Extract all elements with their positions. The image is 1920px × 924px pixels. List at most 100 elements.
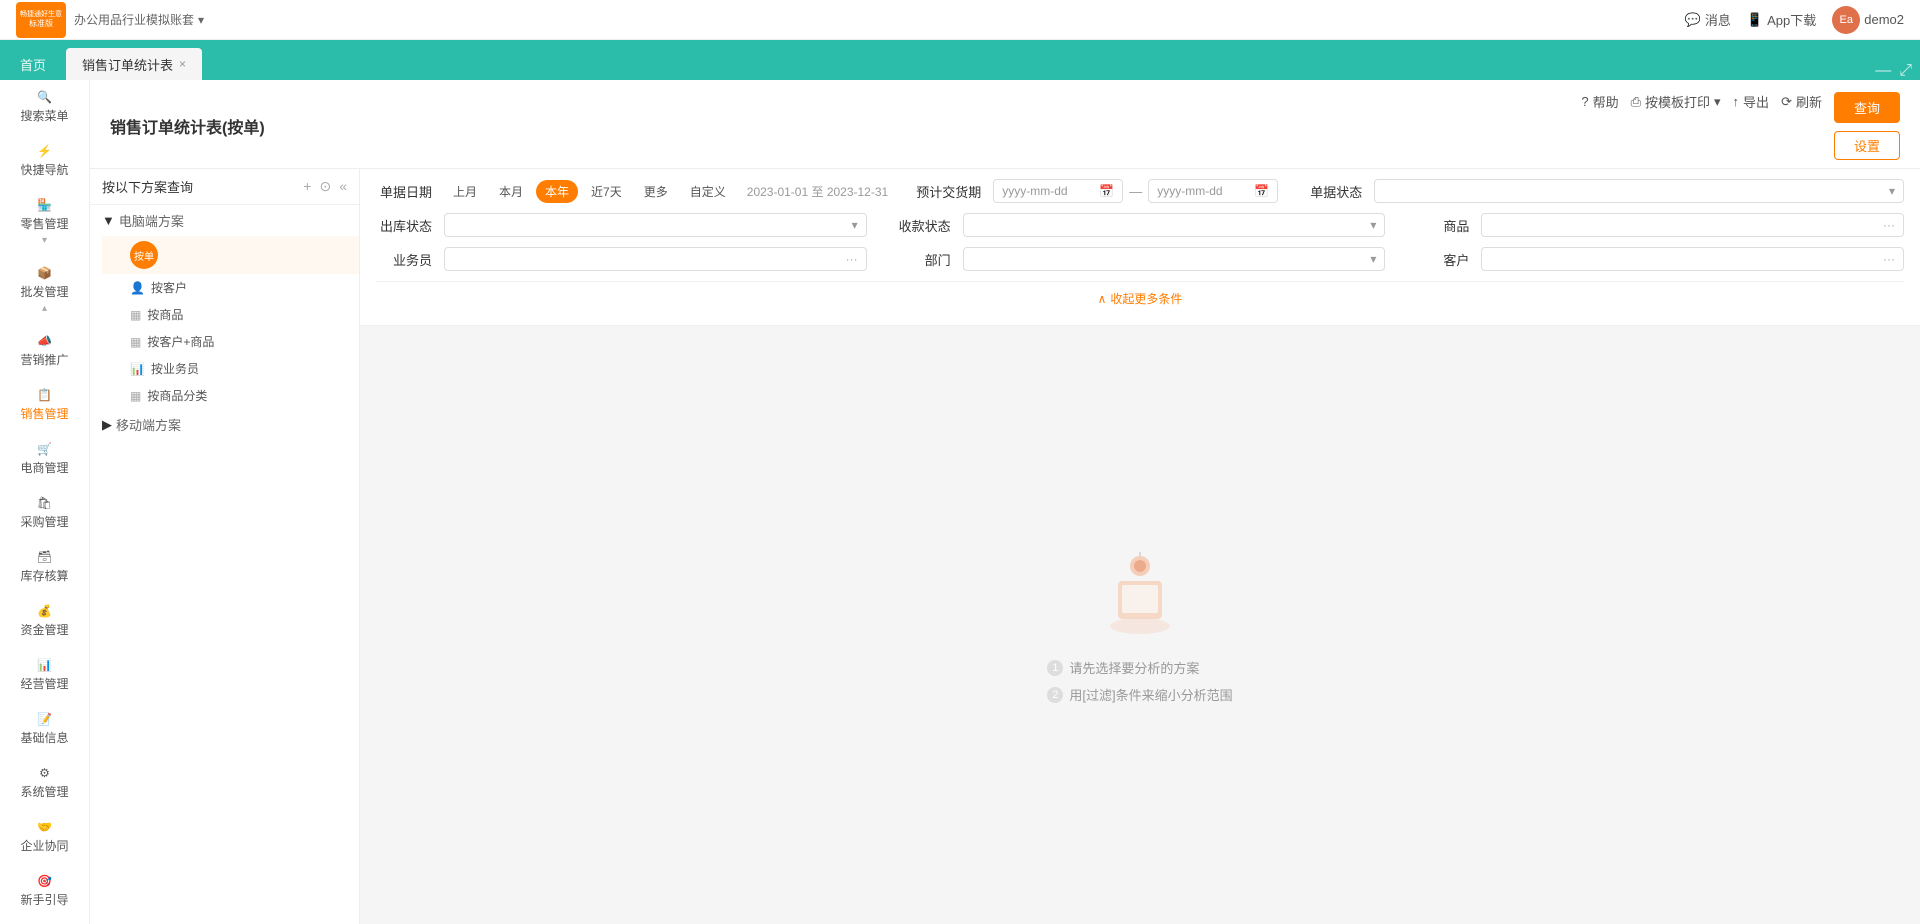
date-label: 单据日期 <box>376 182 432 201</box>
empty-illustration <box>1090 546 1190 646</box>
print-arrow: ▾ <box>1714 94 1721 110</box>
sidebar-item-finance[interactable]: 💰 资金管理 <box>0 594 89 648</box>
help-button[interactable]: ? 帮助 <box>1581 92 1618 111</box>
page-header: 销售订单统计表(按单) ? 帮助 ⎙ 按模板打印 ▾ ↑ 导出 <box>90 80 1920 169</box>
date-end-placeholder: yyyy-mm-dd <box>1157 184 1222 198</box>
ship-status-select[interactable]: ▾ <box>444 213 867 237</box>
tab-home[interactable]: 首页 <box>4 48 62 80</box>
expected-date-label: 预计交货期 <box>916 182 981 201</box>
sidebar-item-operations[interactable]: 📊 经营管理 <box>0 648 89 702</box>
sidebar-marketing-label: 营销推广 <box>20 351 68 368</box>
expected-date-start[interactable]: yyyy-mm-dd 📅 <box>993 179 1123 203</box>
refresh-button[interactable]: ⟳ 刷新 <box>1781 92 1822 111</box>
system-icon: ⚙ <box>39 766 50 780</box>
collapse-label: 收起更多条件 <box>1110 290 1182 307</box>
user-menu[interactable]: Ea demo2 <box>1832 6 1904 34</box>
panel-settings-icon[interactable]: ⊙ <box>319 178 331 195</box>
calendar-icon-start: 📅 <box>1099 184 1114 198</box>
status-select[interactable]: ▾ <box>1374 179 1904 203</box>
salesperson-label: 业务员 <box>376 250 432 269</box>
sidebar-base-info-label: 基础信息 <box>20 729 68 746</box>
department-select[interactable]: ▾ <box>963 247 1386 271</box>
logo: 畅捷通好生意 标准版 <box>16 2 66 38</box>
sidebar-operations-label: 经营管理 <box>20 675 68 692</box>
tree-item-by-customer-goods[interactable]: ▦ 按客户+商品 <box>102 328 359 355</box>
setting-button[interactable]: 设置 <box>1834 131 1900 160</box>
sidebar-newbie-label: 新手引导 <box>20 891 68 908</box>
pill-last-month[interactable]: 上月 <box>444 180 486 203</box>
item-label: 按商品 <box>147 306 183 323</box>
sidebar-item-enterprise[interactable]: 🤝 企业协同 <box>0 810 89 864</box>
query-button[interactable]: 查询 <box>1834 92 1900 123</box>
empty-tip-1: 1 请先选择要分析的方案 <box>1047 658 1232 677</box>
message-button[interactable]: 💬 消息 <box>1685 10 1731 29</box>
sidebar-finance-label: 资金管理 <box>20 621 68 638</box>
help-label: 帮助 <box>1593 92 1619 111</box>
expected-date-end[interactable]: yyyy-mm-dd 📅 <box>1148 179 1278 203</box>
tree-item-by-goods[interactable]: ▦ 按商品 <box>102 301 359 328</box>
filter-row-2: 出库状态 ▾ 收款状态 ▾ 商品 ··· <box>376 213 1904 237</box>
sidebar-item-system[interactable]: ⚙ 系统管理 <box>0 756 89 810</box>
export-icon: ↑ <box>1733 94 1740 109</box>
sidebar-item-ecommerce[interactable]: 🛒 电商管理 <box>0 432 89 486</box>
pill-this-month[interactable]: 本月 <box>490 180 532 203</box>
tree-item-by-salesperson[interactable]: 📊 按业务员 <box>102 355 359 382</box>
sidebar-item-sales[interactable]: 📋 销售管理 <box>0 378 89 432</box>
sidebar-item-purchase[interactable]: 🛍 采购管理 <box>0 486 89 540</box>
customer-label: 客户 <box>1413 250 1469 269</box>
tab-sales-order-stats[interactable]: 销售订单统计表 × <box>66 48 202 80</box>
tab-maximize-icon[interactable]: ⤢ <box>1899 62 1912 80</box>
payment-status-select[interactable]: ▾ <box>963 213 1386 237</box>
tree-item-by-order[interactable]: 按单 <box>102 236 359 274</box>
print-button[interactable]: ⎙ 按模板打印 ▾ <box>1631 92 1721 111</box>
empty-state: 1 请先选择要分析的方案 2 用[过滤]条件来缩小分析范围 <box>360 326 1920 924</box>
sidebar-item-app-center[interactable]: 📱 应用中心 <box>0 918 89 924</box>
calendar-icon-end: 📅 <box>1254 184 1269 198</box>
sidebar-item-search[interactable]: 🔍 搜索菜单 <box>0 80 89 134</box>
quick-nav-icon: ⚡ <box>37 144 52 158</box>
filter-row-3: 业务员 ··· 部门 ▾ 客户 ··· <box>376 247 1904 271</box>
pill-custom[interactable]: 自定义 <box>681 180 735 203</box>
section-label: 移动端方案 <box>116 415 181 434</box>
message-label: 消息 <box>1705 10 1731 29</box>
collapse-bar[interactable]: ∧ 收起更多条件 <box>376 281 1904 315</box>
section-arrow: ▶ <box>102 417 112 433</box>
avatar-text: Ea <box>1840 14 1853 26</box>
expected-date-inputs: yyyy-mm-dd 📅 — yyyy-mm-dd 📅 <box>993 179 1278 203</box>
tree-section-mobile[interactable]: ▶ 移动端方案 <box>90 409 359 440</box>
panel-collapse-icon[interactable]: « <box>339 178 347 195</box>
tree-item-by-goods-category[interactable]: ▦ 按商品分类 <box>102 382 359 409</box>
salesperson-input[interactable]: ··· <box>444 247 867 271</box>
customer-icon: 👤 <box>130 281 145 295</box>
pill-more[interactable]: 更多 <box>635 180 677 203</box>
goods-input[interactable]: ··· <box>1481 213 1904 237</box>
export-button[interactable]: ↑ 导出 <box>1733 92 1770 111</box>
customer-input[interactable]: ··· <box>1481 247 1904 271</box>
panel-add-icon[interactable]: + <box>303 178 311 195</box>
app-download-label: App下载 <box>1767 10 1816 29</box>
sidebar: 🔍 搜索菜单 ⚡ 快捷导航 🏪 零售管理 ▾ 📦 批发管理 ▴ 📣 营销推广 📋… <box>0 80 90 924</box>
content-area: 销售订单统计表(按单) ? 帮助 ⎙ 按模板打印 ▾ ↑ 导出 <box>90 80 1920 924</box>
app-download-button[interactable]: 📱 App下载 <box>1747 10 1816 29</box>
sidebar-item-retail[interactable]: 🏪 零售管理 ▾ <box>0 188 89 256</box>
user-label: demo2 <box>1864 12 1904 27</box>
pill-7days[interactable]: 近7天 <box>582 180 631 203</box>
pill-this-year[interactable]: 本年 <box>536 180 578 203</box>
sidebar-item-quick-nav[interactable]: ⚡ 快捷导航 <box>0 134 89 188</box>
sidebar-item-base-info[interactable]: 📝 基础信息 <box>0 702 89 756</box>
tab-close-button[interactable]: × <box>179 57 186 71</box>
tip-num-2: 2 <box>1047 687 1063 703</box>
item-label: 按客户+商品 <box>147 333 214 350</box>
tree-item-by-customer[interactable]: 👤 按客户 <box>102 274 359 301</box>
sidebar-item-wholesale[interactable]: 📦 批发管理 ▴ <box>0 256 89 324</box>
status-label: 单据状态 <box>1306 182 1362 201</box>
sidebar-item-newbie[interactable]: 🎯 新手引导 <box>0 864 89 918</box>
tip-text-1: 请先选择要分析的方案 <box>1069 658 1199 677</box>
date-pills: 上月 本月 本年 近7天 更多 自定义 <box>444 180 735 203</box>
sidebar-item-marketing[interactable]: 📣 营销推广 <box>0 324 89 378</box>
tree-section-pc[interactable]: ▼ 电脑端方案 <box>90 205 359 236</box>
tab-minimize-icon[interactable]: — <box>1875 62 1891 80</box>
sidebar-purchase-label: 采购管理 <box>20 513 68 530</box>
sidebar-item-inventory[interactable]: 🗃 库存核算 <box>0 540 89 594</box>
newbie-icon: 🎯 <box>37 874 52 888</box>
